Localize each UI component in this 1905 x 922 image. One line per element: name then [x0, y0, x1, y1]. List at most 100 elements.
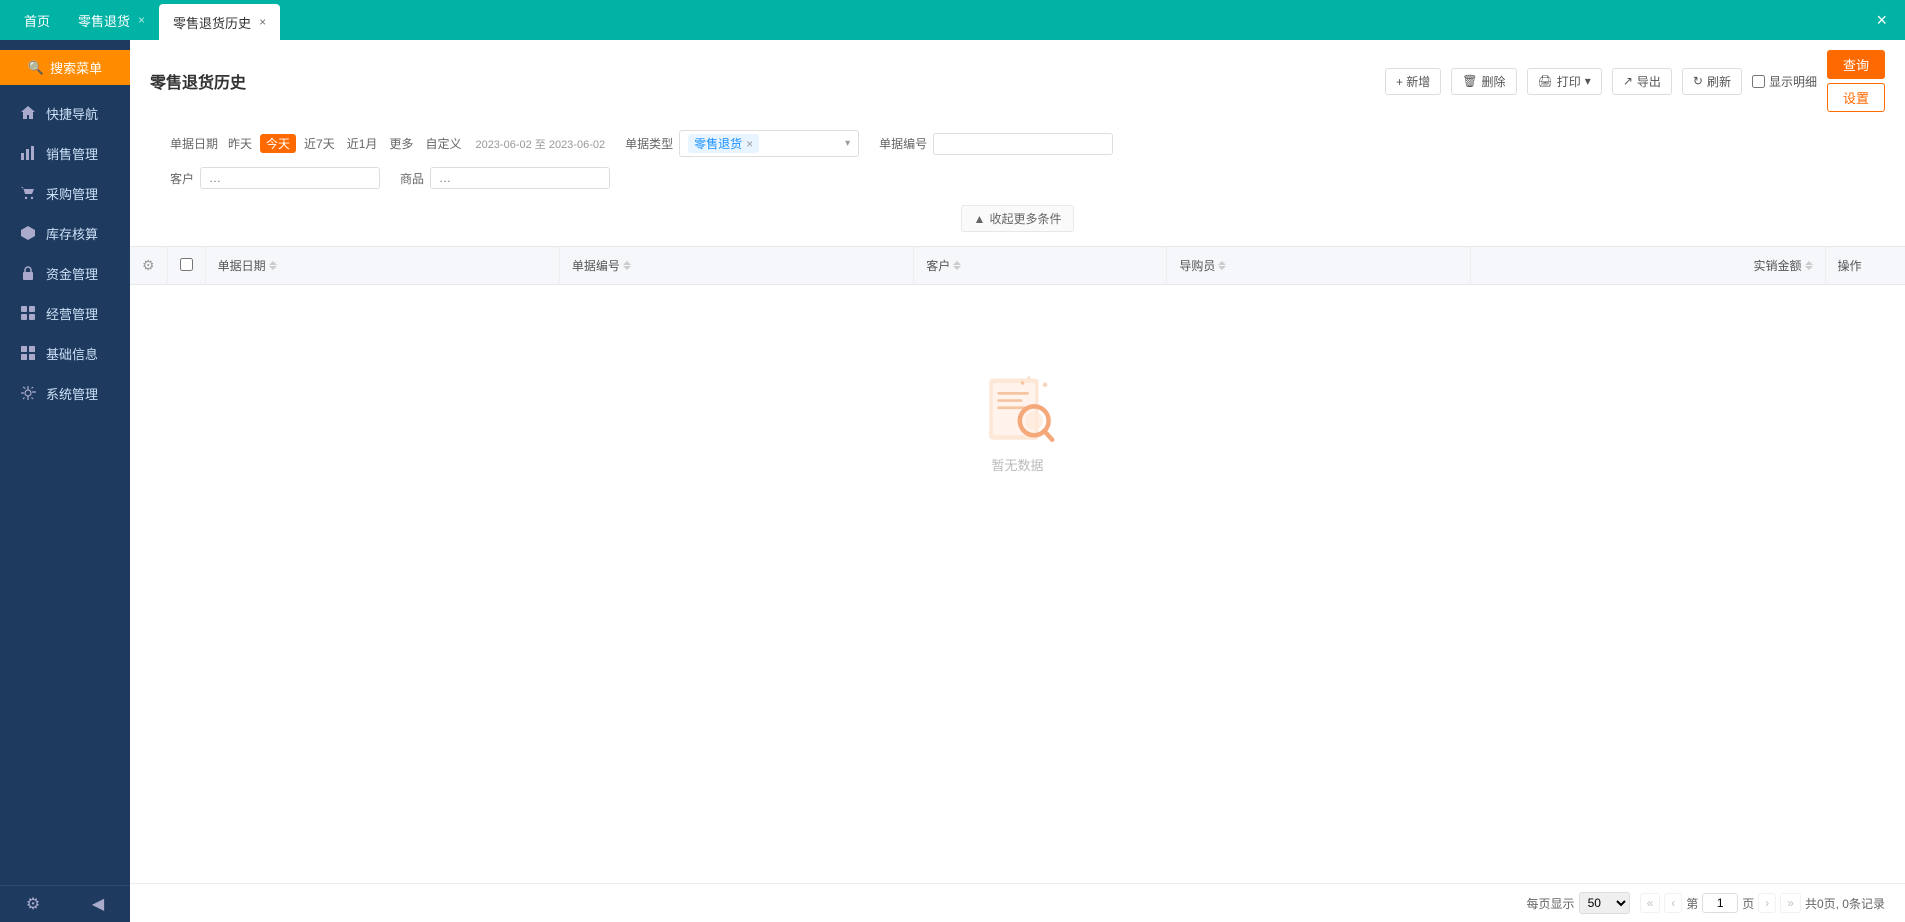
home-icon	[18, 103, 38, 123]
sidebar-item-basic[interactable]: 基础信息	[0, 333, 130, 373]
th-guide[interactable]: 导购员	[1167, 247, 1471, 285]
sort-icon-amount	[1805, 261, 1813, 270]
empty-state: 暂无数据	[130, 285, 1905, 554]
sidebar-bottom: ⚙ ◀	[0, 885, 130, 922]
collapse-filter-button[interactable]: ▲ 收起更多条件	[961, 205, 1075, 232]
th-doc-date-label: 单据日期	[218, 257, 266, 274]
th-amount[interactable]: 实销金额	[1471, 247, 1825, 285]
doc-number-filter: 单据编号	[879, 133, 1113, 155]
sidebar-item-inventory-label: 库存核算	[46, 224, 98, 243]
settings-button[interactable]: 设置	[1827, 83, 1885, 112]
sidebar-item-sales-label: 销售管理	[46, 144, 98, 163]
sidebar-settings-icon[interactable]: ⚙	[26, 894, 40, 914]
tab-home-label: 首页	[24, 11, 50, 30]
select-all-checkbox[interactable]	[180, 258, 193, 271]
lock-icon	[18, 263, 38, 283]
customer-input[interactable]	[200, 167, 380, 189]
page-number-input[interactable]	[1702, 893, 1738, 913]
sort-icon-doc-date	[269, 261, 277, 270]
query-button[interactable]: 查询	[1827, 50, 1885, 79]
refresh-button[interactable]: ↻ 刷新	[1682, 68, 1742, 95]
sort-guide[interactable]: 导购员	[1179, 257, 1458, 274]
data-table: ⚙ 单据日期	[130, 247, 1905, 554]
page-unit: 页	[1742, 895, 1754, 912]
delete-label: 删除	[1482, 73, 1506, 90]
sidebar-item-inventory[interactable]: 库存核算	[0, 213, 130, 253]
th-operation-label: 操作	[1838, 259, 1862, 273]
sidebar-collapse-icon[interactable]: ◀	[92, 894, 104, 914]
doc-type-select[interactable]: 零售退货 × ▾	[679, 130, 859, 157]
tab-retail-return-label: 零售退货	[78, 11, 130, 30]
print-icon: 🖨	[1538, 74, 1553, 88]
tab-retail-return-close[interactable]: ×	[138, 13, 145, 27]
date-more[interactable]: 更多	[385, 134, 417, 153]
last-page-button[interactable]: »	[1780, 893, 1801, 913]
sidebar: 🔍 搜索菜单 快捷导航 销售管理 采购管理 库存核算	[0, 40, 130, 922]
per-page-select[interactable]: 50 10 20 100	[1579, 892, 1630, 914]
sort-doc-date[interactable]: 单据日期	[218, 257, 547, 274]
pagination-bar: 每页显示 50 10 20 100 « ‹ 第 页 › » 共0页, 0条记录	[130, 883, 1905, 922]
show-detail-checkbox-group: 显示明细	[1752, 73, 1817, 90]
table-header-row: ⚙ 单据日期	[130, 247, 1905, 285]
sidebar-item-sales[interactable]: 销售管理	[0, 133, 130, 173]
sidebar-item-quick-nav[interactable]: 快捷导航	[0, 93, 130, 133]
goods-label: 商品	[400, 170, 424, 187]
next-page-button[interactable]: ›	[1758, 893, 1776, 913]
first-page-button[interactable]: «	[1640, 893, 1661, 913]
collapse-label: 收起更多条件	[989, 210, 1061, 227]
sort-doc-number[interactable]: 单据编号	[572, 257, 901, 274]
print-button[interactable]: 🖨 打印 ▾	[1527, 68, 1602, 95]
gear-icon	[18, 383, 38, 403]
date-filter-label: 单据日期	[170, 135, 218, 152]
prev-page-button[interactable]: ‹	[1664, 893, 1682, 913]
tab-retail-return-history[interactable]: 零售退货历史 ×	[159, 4, 280, 40]
print-label: 打印	[1557, 73, 1581, 90]
goods-input[interactable]	[430, 167, 610, 189]
sidebar-item-operations-label: 经营管理	[46, 304, 98, 323]
th-customer[interactable]: 客户	[914, 247, 1167, 285]
doc-type-value: 零售退货	[694, 135, 742, 152]
sidebar-item-system[interactable]: 系统管理	[0, 373, 130, 413]
empty-state-cell: 暂无数据	[130, 285, 1905, 555]
sort-customer[interactable]: 客户	[926, 257, 1154, 274]
page-label: 第	[1686, 895, 1698, 912]
export-button[interactable]: ↗ 导出	[1612, 68, 1672, 95]
sort-amount[interactable]: 实销金额	[1483, 257, 1812, 274]
per-page-label: 每页显示	[1527, 895, 1575, 912]
table-settings-icon[interactable]: ⚙	[142, 257, 155, 273]
sidebar-item-finance-label: 资金管理	[46, 264, 98, 283]
refresh-icon: ↻	[1693, 74, 1703, 88]
page-nav: « ‹ 第 页 › » 共0页, 0条记录	[1640, 893, 1885, 913]
date-yesterday[interactable]: 昨天	[224, 134, 256, 153]
empty-text: 暂无数据	[991, 455, 1043, 474]
sidebar-item-operations[interactable]: 经营管理	[0, 293, 130, 333]
tab-retail-return-history-close[interactable]: ×	[259, 15, 266, 29]
th-doc-date[interactable]: 单据日期	[205, 247, 559, 285]
sidebar-item-purchase[interactable]: 采购管理	[0, 173, 130, 213]
export-label: 导出	[1637, 73, 1661, 90]
page-header: 零售退货历史 + 新增 🗑 删除 🖨 打印 ▾ ↗ 导出	[130, 40, 1905, 247]
date-custom[interactable]: 自定义	[421, 134, 465, 153]
date-today[interactable]: 今天	[260, 134, 296, 153]
search-menu-label: 搜索菜单	[50, 58, 102, 77]
date-7days[interactable]: 近7天	[300, 134, 339, 153]
filter-row-2: 客户 商品	[170, 167, 1865, 189]
doc-number-input[interactable]	[933, 133, 1113, 155]
add-button[interactable]: + 新增	[1385, 68, 1441, 95]
doc-type-arrow: ▾	[845, 138, 850, 149]
th-doc-number[interactable]: 单据编号	[559, 247, 913, 285]
show-detail-checkbox[interactable]	[1752, 75, 1765, 88]
sidebar-item-system-label: 系统管理	[46, 384, 98, 403]
doc-type-remove[interactable]: ×	[746, 137, 753, 151]
tab-home[interactable]: 首页	[10, 0, 64, 40]
search-menu-button[interactable]: 🔍 搜索菜单	[0, 50, 130, 85]
sidebar-item-finance[interactable]: 资金管理	[0, 253, 130, 293]
window-close-button[interactable]: ×	[1868, 10, 1895, 31]
page-title: 零售退货历史	[150, 69, 246, 93]
delete-button[interactable]: 🗑 删除	[1451, 68, 1516, 95]
date-1month[interactable]: 近1月	[343, 134, 382, 153]
content-area: 零售退货历史 + 新增 🗑 删除 🖨 打印 ▾ ↗ 导出	[130, 40, 1905, 922]
sort-icon-customer	[953, 261, 961, 270]
tab-retail-return[interactable]: 零售退货 ×	[64, 0, 159, 40]
header-actions: + 新增 🗑 删除 🖨 打印 ▾ ↗ 导出 ↻	[1385, 50, 1885, 112]
